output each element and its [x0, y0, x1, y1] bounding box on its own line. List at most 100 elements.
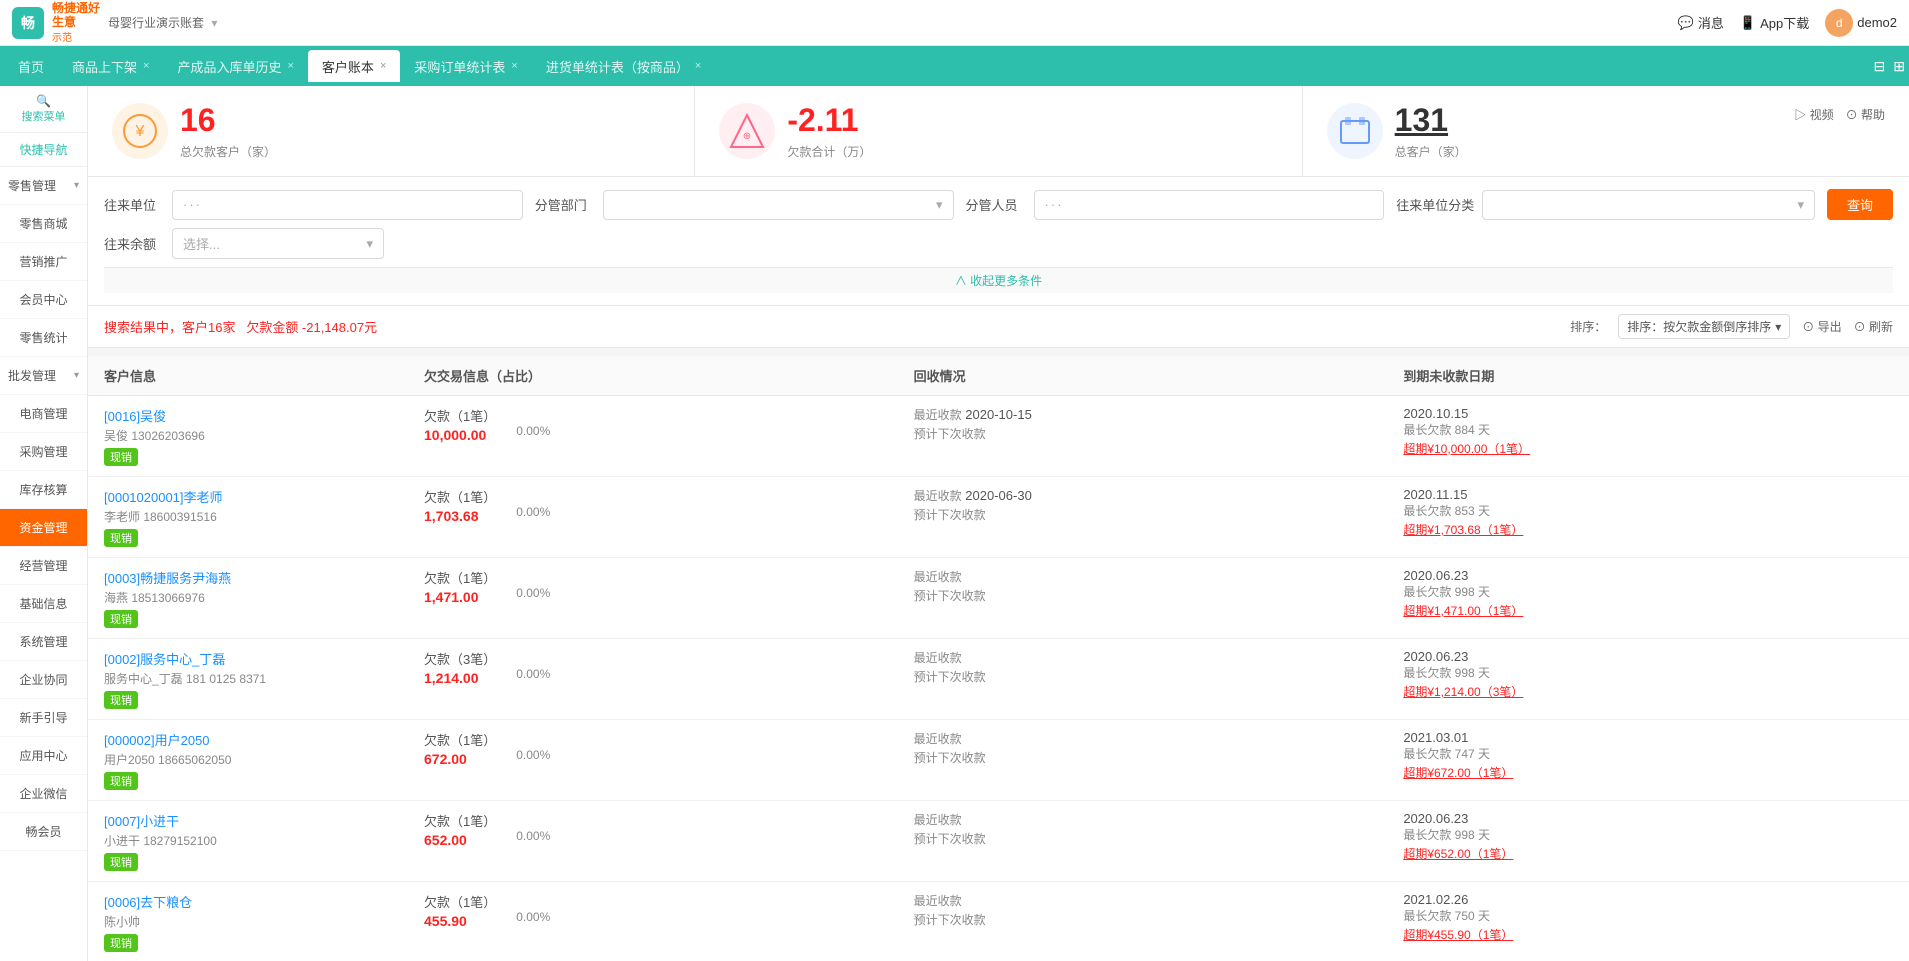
- recovery-cell-0: 最近收款 2020-10-15 预计下次收款: [914, 406, 1404, 442]
- close-icon[interactable]: ×: [287, 60, 293, 72]
- unit-category-label: 往来单位分类: [1396, 195, 1474, 214]
- overdue-amount-label: 欠款合计（万）: [787, 143, 871, 160]
- table-row: [0007]小进干 小进干 18279152100 现销 欠款（1笔） 652.…: [88, 801, 1909, 882]
- sidebar-item-retail-stats[interactable]: 零售统计: [0, 319, 87, 357]
- customer-info-0: 吴俊 13026203696: [104, 427, 424, 444]
- message-icon: 💬: [1678, 15, 1694, 31]
- tab-customer-account[interactable]: 客户账本 ×: [308, 50, 400, 82]
- tab-actions: ⊟ ⊞: [1874, 58, 1905, 75]
- recovery-cell-1: 最近收款 2020-06-30 预计下次收款: [914, 487, 1404, 523]
- customer-name-1[interactable]: [0001020001]李老师: [104, 487, 424, 506]
- tab-maximize-icon[interactable]: ⊞: [1893, 58, 1905, 75]
- sidebar-item-finance[interactable]: 资金管理: [0, 509, 87, 547]
- close-icon[interactable]: ×: [143, 60, 149, 72]
- overdue-link-4[interactable]: 超期¥672.00（1笔）: [1403, 766, 1513, 780]
- unit-category-select[interactable]: ▾: [1482, 190, 1815, 220]
- filter-area: 往来单位 ··· 分管部门 ▾ 分管人员 ···: [88, 177, 1909, 306]
- tab-home[interactable]: 首页: [4, 50, 58, 82]
- overdue-link-5[interactable]: 超期¥652.00（1笔）: [1403, 847, 1513, 861]
- col-customer-info: 客户信息: [104, 366, 424, 385]
- sort-select[interactable]: 排序：按欠款金额倒序排序 ▾: [1618, 314, 1790, 339]
- view-btn[interactable]: ▷ 视频: [1794, 106, 1833, 123]
- sidebar-item-basic-info[interactable]: 基础信息: [0, 585, 87, 623]
- sidebar-item-member[interactable]: 会员中心: [0, 281, 87, 319]
- stat-icon-amount: ⊕: [719, 103, 775, 159]
- customer-name-2[interactable]: [0003]畅捷服务尹海燕: [104, 568, 424, 587]
- sidebar-item-newbie[interactable]: 新手引导: [0, 699, 87, 737]
- sidebar-item-marketing[interactable]: 营销推广: [0, 243, 87, 281]
- sidebar-item-operations[interactable]: 经营管理: [0, 547, 87, 585]
- table-row: [0006]去下粮仓 陈小帅 现销 欠款（1笔） 455.90 0.00% 最近…: [88, 882, 1909, 961]
- export-btn[interactable]: ⊙ 导出: [1802, 318, 1841, 335]
- customer-name-4[interactable]: [000002]用户2050: [104, 730, 424, 749]
- sidebar-search[interactable]: 🔍 搜索菜单: [0, 86, 87, 133]
- main-layout: 🔍 搜索菜单 快捷导航 零售管理 ▾ 零售商城 营销推广 会员中心 零售统计 批…: [0, 86, 1909, 961]
- tab-purchase-stats[interactable]: 采购订单统计表 ×: [400, 50, 531, 82]
- stat-total-customers: 131 总客户（家） ▷ 视频 ⊙ 帮助: [1303, 86, 1909, 176]
- close-icon[interactable]: ×: [511, 60, 517, 72]
- overdue-link-1[interactable]: 超期¥1,703.68（1笔）: [1403, 523, 1523, 537]
- chevron-down-icon: ▾: [936, 197, 943, 213]
- overdue-link-3[interactable]: 超期¥1,214.00（3笔）: [1403, 685, 1523, 699]
- dept-select[interactable]: ▾: [603, 190, 954, 220]
- sidebar-item-app-center[interactable]: 应用中心: [0, 737, 87, 775]
- overdue-link-2[interactable]: 超期¥1,471.00（1笔）: [1403, 604, 1523, 618]
- tab-product-offline[interactable]: 商品上下架 ×: [58, 50, 163, 82]
- due-cell-6: 2021.02.26 最长欠款 750 天 超期¥455.90（1笔）: [1403, 892, 1893, 943]
- tab-minimize-icon[interactable]: ⊟: [1874, 58, 1886, 75]
- sidebar-item-purchase-mgmt[interactable]: 采购管理: [0, 433, 87, 471]
- dept-label: 分管部门: [535, 195, 595, 214]
- overdue-customers-number: 16: [180, 102, 276, 139]
- balance-select[interactable]: 选择... ▾: [172, 228, 384, 259]
- source-unit-input[interactable]: ···: [172, 190, 523, 220]
- top-right: 💬 消息 📱 App下载 d demo2: [1678, 9, 1897, 37]
- export-icon: ⊙: [1802, 320, 1814, 334]
- tab-product-history[interactable]: 产成品入库单历史 ×: [163, 50, 307, 82]
- logo-sub: 示范: [52, 29, 100, 44]
- filter-person: 分管人员 ···: [966, 190, 1385, 220]
- customer-name-0[interactable]: [0016]吴俊: [104, 406, 424, 425]
- customer-cell-2: [0003]畅捷服务尹海燕 海燕 18513066976 现销: [104, 568, 424, 628]
- sidebar-item-wechat[interactable]: 企业微信: [0, 775, 87, 813]
- help-btn[interactable]: ⊙ 帮助: [1846, 106, 1885, 123]
- table-row: [0003]畅捷服务尹海燕 海燕 18513066976 现销 欠款（1笔） 1…: [88, 558, 1909, 639]
- table-row: [0001020001]李老师 李老师 18600391516 现销 欠款（1笔…: [88, 477, 1909, 558]
- close-icon[interactable]: ×: [695, 60, 701, 72]
- stat-customers-info: 16 总欠款客户（家）: [180, 102, 276, 160]
- customer-name-3[interactable]: [0002]服务中心_丁磊: [104, 649, 424, 668]
- overdue-link-6[interactable]: 超期¥455.90（1笔）: [1403, 928, 1513, 942]
- sidebar-quick-nav[interactable]: 快捷导航: [0, 133, 87, 167]
- tab-inbound-stats[interactable]: 进货单统计表（按商品） ×: [532, 50, 715, 82]
- user-area[interactable]: d demo2: [1825, 9, 1897, 37]
- person-input[interactable]: ···: [1034, 190, 1385, 220]
- close-icon[interactable]: ×: [380, 60, 386, 72]
- company-select[interactable]: 母婴行业演示账套 ▾: [100, 14, 1678, 31]
- customer-tag-3: 现销: [104, 691, 138, 709]
- debt-cell-0: 欠款（1笔） 10,000.00 0.00%: [424, 406, 914, 443]
- sidebar-item-system[interactable]: 系统管理: [0, 623, 87, 661]
- overdue-link-0[interactable]: 超期¥10,000.00（1笔）: [1403, 442, 1530, 456]
- sidebar-item-enterprise[interactable]: 企业协同: [0, 661, 87, 699]
- due-cell-3: 2020.06.23 最长欠款 998 天 超期¥1,214.00（3笔）: [1403, 649, 1893, 700]
- search-button[interactable]: 查询: [1827, 189, 1893, 220]
- due-cell-5: 2020.06.23 最长欠款 998 天 超期¥652.00（1笔）: [1403, 811, 1893, 862]
- sidebar-item-vip[interactable]: 畅会员: [0, 813, 87, 851]
- sidebar-item-batch-mgmt[interactable]: 批发管理 ▾: [0, 357, 87, 395]
- collapse-row[interactable]: ∧ 收起更多条件: [104, 267, 1893, 293]
- app-download-btn[interactable]: 📱 App下载: [1740, 13, 1809, 32]
- sidebar-item-inventory[interactable]: 库存核算: [0, 471, 87, 509]
- message-btn[interactable]: 💬 消息: [1678, 13, 1724, 32]
- sidebar-item-retail-store[interactable]: 零售商城: [0, 205, 87, 243]
- sidebar-item-ecommerce[interactable]: 电商管理: [0, 395, 87, 433]
- customer-name-6[interactable]: [0006]去下粮仓: [104, 892, 424, 911]
- stat-icon-customers: ¥: [112, 103, 168, 159]
- balance-label: 往来余额: [104, 234, 164, 253]
- sidebar-item-retail-mgmt[interactable]: 零售管理 ▾: [0, 167, 87, 205]
- recovery-cell-5: 最近收款 预计下次收款: [914, 811, 1404, 847]
- customer-info-3: 服务中心_丁磊 181 0125 8371: [104, 670, 424, 687]
- avatar: d: [1825, 9, 1853, 37]
- customer-name-5[interactable]: [0007]小进干: [104, 811, 424, 830]
- col-due-date: 到期未收款日期: [1403, 366, 1893, 385]
- refresh-btn[interactable]: ⊙ 刷新: [1854, 318, 1893, 335]
- col-debt-info: 欠交易信息（占比）: [424, 366, 914, 385]
